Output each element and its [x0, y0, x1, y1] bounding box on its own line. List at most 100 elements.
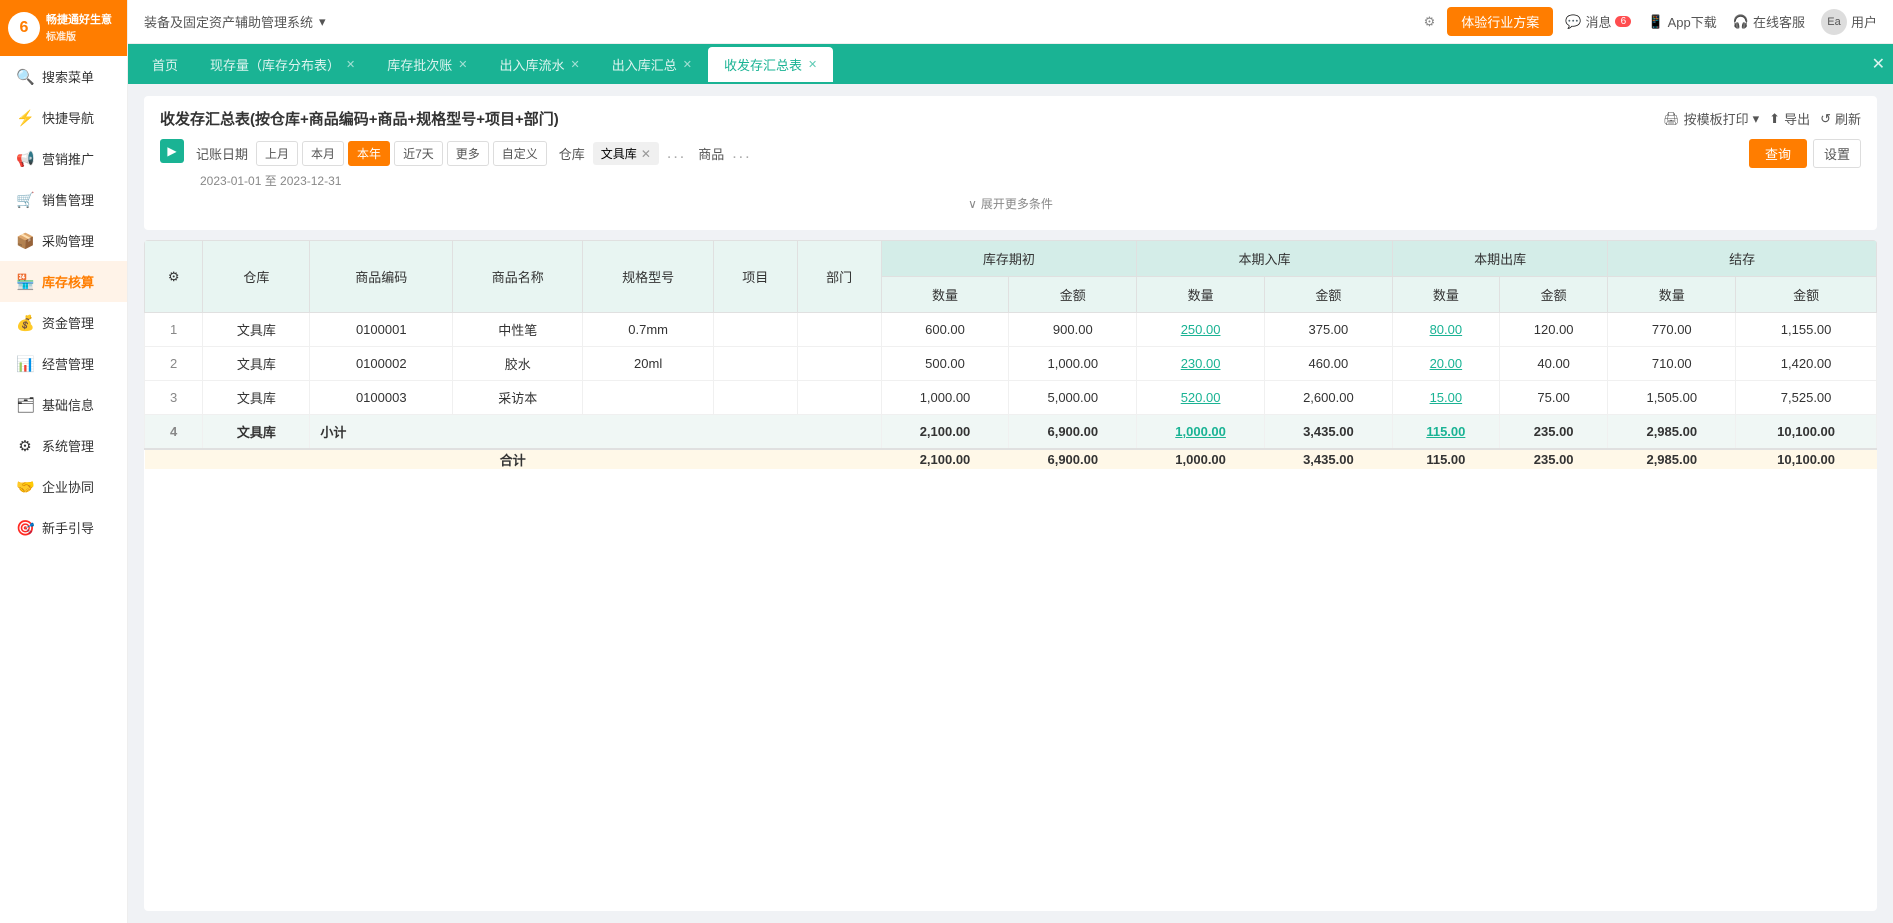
tab-batch-account[interactable]: 库存批次账 ✕ [371, 47, 483, 82]
tab-close-batch-account[interactable]: ✕ [458, 58, 467, 71]
subtotal-num: 4 [145, 415, 203, 450]
row-num: 1 [145, 313, 203, 347]
tab-inout-summary[interactable]: 出入库汇总 ✕ [596, 47, 708, 82]
print-button[interactable]: 🖨 按模板打印 ▾ [1663, 109, 1759, 128]
sidebar-item-basic[interactable]: 🗂 基础信息 [0, 384, 127, 425]
experience-button[interactable]: 体验行业方案 [1447, 7, 1553, 36]
th-closing-qty: 数量 [1608, 277, 1736, 313]
printer-icon: 🖨 [1663, 111, 1680, 127]
total-in-qty: 1,000.00 [1137, 449, 1265, 469]
table-settings-icon[interactable]: ⚙ [168, 269, 180, 284]
export-button[interactable]: ⬆ 导出 [1769, 109, 1810, 128]
sidebar-item-purchase[interactable]: 📦 采购管理 [0, 220, 127, 261]
goods-filter-dots[interactable]: ... [732, 145, 751, 163]
th-opening-group: 库存期初 [881, 241, 1137, 277]
tab-receive-send[interactable]: 收发存汇总表 ✕ [708, 47, 833, 82]
warehouse-tag-close[interactable]: ✕ [641, 147, 651, 161]
row-num: 3 [145, 381, 203, 415]
row-out-qty[interactable]: 80.00 [1392, 313, 1499, 347]
sidebar-item-finance[interactable]: 💰 资金管理 [0, 302, 127, 343]
date-btn-more[interactable]: 更多 [447, 141, 489, 166]
collapse-arrow-btn[interactable]: ▶ [160, 139, 184, 163]
export-icon: ⬆ [1769, 111, 1780, 127]
date-btn-this-year[interactable]: 本年 [348, 141, 390, 166]
tab-stock-distribution[interactable]: 现存量（库存分布表） ✕ [194, 47, 371, 82]
system-icon: ⚙ [16, 437, 34, 455]
app-title: 畅捷通好生意 标准版 [46, 13, 112, 43]
subtotal-warehouse: 文具库 [203, 415, 310, 450]
row-in-qty[interactable]: 520.00 [1137, 381, 1265, 415]
row-out-qty[interactable]: 15.00 [1392, 381, 1499, 415]
sidebar-item-system[interactable]: ⚙ 系统管理 [0, 425, 127, 466]
sidebar-item-enterprise[interactable]: 🤝 企业协同 [0, 466, 127, 507]
tab-inout-flow[interactable]: 出入库流水 ✕ [483, 47, 595, 82]
main-area: 装备及固定资产辅助管理系统 ▾ ⚙ 体验行业方案 💬 消息 6 📱 App下载 … [128, 0, 1893, 923]
row-closing-amount: 7,525.00 [1736, 381, 1877, 415]
page-title: 收发存汇总表(按仓库+商品编码+商品+规格型号+项目+部门) [160, 108, 559, 129]
date-btn-last-month[interactable]: 上月 [256, 141, 298, 166]
total-out-amount: 235.00 [1499, 449, 1607, 469]
message-action[interactable]: 💬 消息 6 [1565, 12, 1631, 31]
th-goods-name: 商品名称 [453, 241, 583, 313]
date-filter-section: 记账日期 上月 本月 本年 近7天 更多 自定义 [196, 141, 547, 166]
row-goods-code: 0100002 [310, 347, 453, 381]
system-title[interactable]: 装备及固定资产辅助管理系统 ▾ [144, 12, 1412, 31]
sidebar-item-operations[interactable]: 📊 经营管理 [0, 343, 127, 384]
close-all-tabs[interactable]: ✕ [1872, 54, 1885, 74]
row-in-qty[interactable]: 250.00 [1137, 313, 1265, 347]
headset-icon: 🎧 [1733, 14, 1749, 30]
total-opening-qty: 2,100.00 [881, 449, 1009, 469]
query-button[interactable]: 查询 [1749, 139, 1807, 168]
row-num: 2 [145, 347, 203, 381]
subtotal-closing-amount: 10,100.00 [1736, 415, 1877, 450]
total-row: 合计 2,100.00 6,900.00 1,000.00 3,435.00 1… [145, 449, 1877, 469]
subtotal-opening-qty: 2,100.00 [881, 415, 1009, 450]
tab-home[interactable]: 首页 [136, 47, 194, 82]
settings-gear-icon[interactable]: ⚙ [1424, 14, 1436, 30]
message-icon: 💬 [1565, 14, 1581, 30]
sidebar-item-inventory[interactable]: 🏪 库存核算 [0, 261, 127, 302]
date-btn-custom[interactable]: 自定义 [493, 141, 547, 166]
tab-close-stock-distribution[interactable]: ✕ [346, 58, 355, 71]
total-in-amount: 3,435.00 [1264, 449, 1392, 469]
goods-filter-section: 商品 ... [698, 144, 751, 163]
marketing-icon: 📢 [16, 150, 34, 168]
refresh-button[interactable]: ↺ 刷新 [1820, 109, 1861, 128]
th-project: 项目 [713, 241, 797, 313]
subtotal-out-amount: 235.00 [1499, 415, 1607, 450]
online-service-action[interactable]: 🎧 在线客服 [1733, 12, 1805, 31]
date-range-display: 2023-01-01 至 2023-12-31 [196, 172, 1861, 189]
date-btn-this-month[interactable]: 本月 [302, 141, 344, 166]
settings-button[interactable]: 设置 [1813, 139, 1861, 168]
th-closing-amount: 金额 [1736, 277, 1877, 313]
user-action[interactable]: Ea 用户 [1821, 9, 1877, 35]
sidebar-item-marketing[interactable]: 📢 营销推广 [0, 138, 127, 179]
table-row: 1 文具库 0100001 中性笔 0.7mm 600.00 900.00 25… [145, 313, 1877, 347]
th-out-amount: 金额 [1499, 277, 1607, 313]
row-project [713, 381, 797, 415]
subtotal-in-qty[interactable]: 1,000.00 [1137, 415, 1265, 450]
sidebar-item-search[interactable]: 🔍 搜索菜单 [0, 56, 127, 97]
subtotal-out-qty[interactable]: 115.00 [1392, 415, 1499, 450]
tab-close-inout-flow[interactable]: ✕ [571, 58, 580, 71]
date-buttons: 上月 本月 本年 近7天 更多 自定义 [256, 141, 547, 166]
total-closing-qty: 2,985.00 [1608, 449, 1736, 469]
row-out-amount: 75.00 [1499, 381, 1607, 415]
warehouse-filter-dots[interactable]: ... [667, 145, 686, 163]
date-btn-7days[interactable]: 近7天 [394, 141, 443, 166]
th-closing-group: 结存 [1608, 241, 1877, 277]
row-goods-spec: 0.7mm [583, 313, 713, 347]
sidebar-item-newbie[interactable]: 🎯 新手引导 [0, 507, 127, 548]
expand-conditions-btn[interactable]: ∨ 展开更多条件 [968, 195, 1053, 212]
tab-close-inout-summary[interactable]: ✕ [683, 58, 692, 71]
sidebar-item-quick-nav[interactable]: ⚡ 快捷导航 [0, 97, 127, 138]
app-download-action[interactable]: 📱 App下载 [1647, 12, 1716, 31]
row-out-qty[interactable]: 20.00 [1392, 347, 1499, 381]
row-warehouse: 文具库 [203, 313, 310, 347]
subtotal-closing-qty: 2,985.00 [1608, 415, 1736, 450]
tab-close-receive-send[interactable]: ✕ [808, 58, 817, 71]
row-in-qty[interactable]: 230.00 [1137, 347, 1265, 381]
sidebar-item-sales[interactable]: 🛒 销售管理 [0, 179, 127, 220]
row-closing-qty: 710.00 [1608, 347, 1736, 381]
row-project [713, 313, 797, 347]
